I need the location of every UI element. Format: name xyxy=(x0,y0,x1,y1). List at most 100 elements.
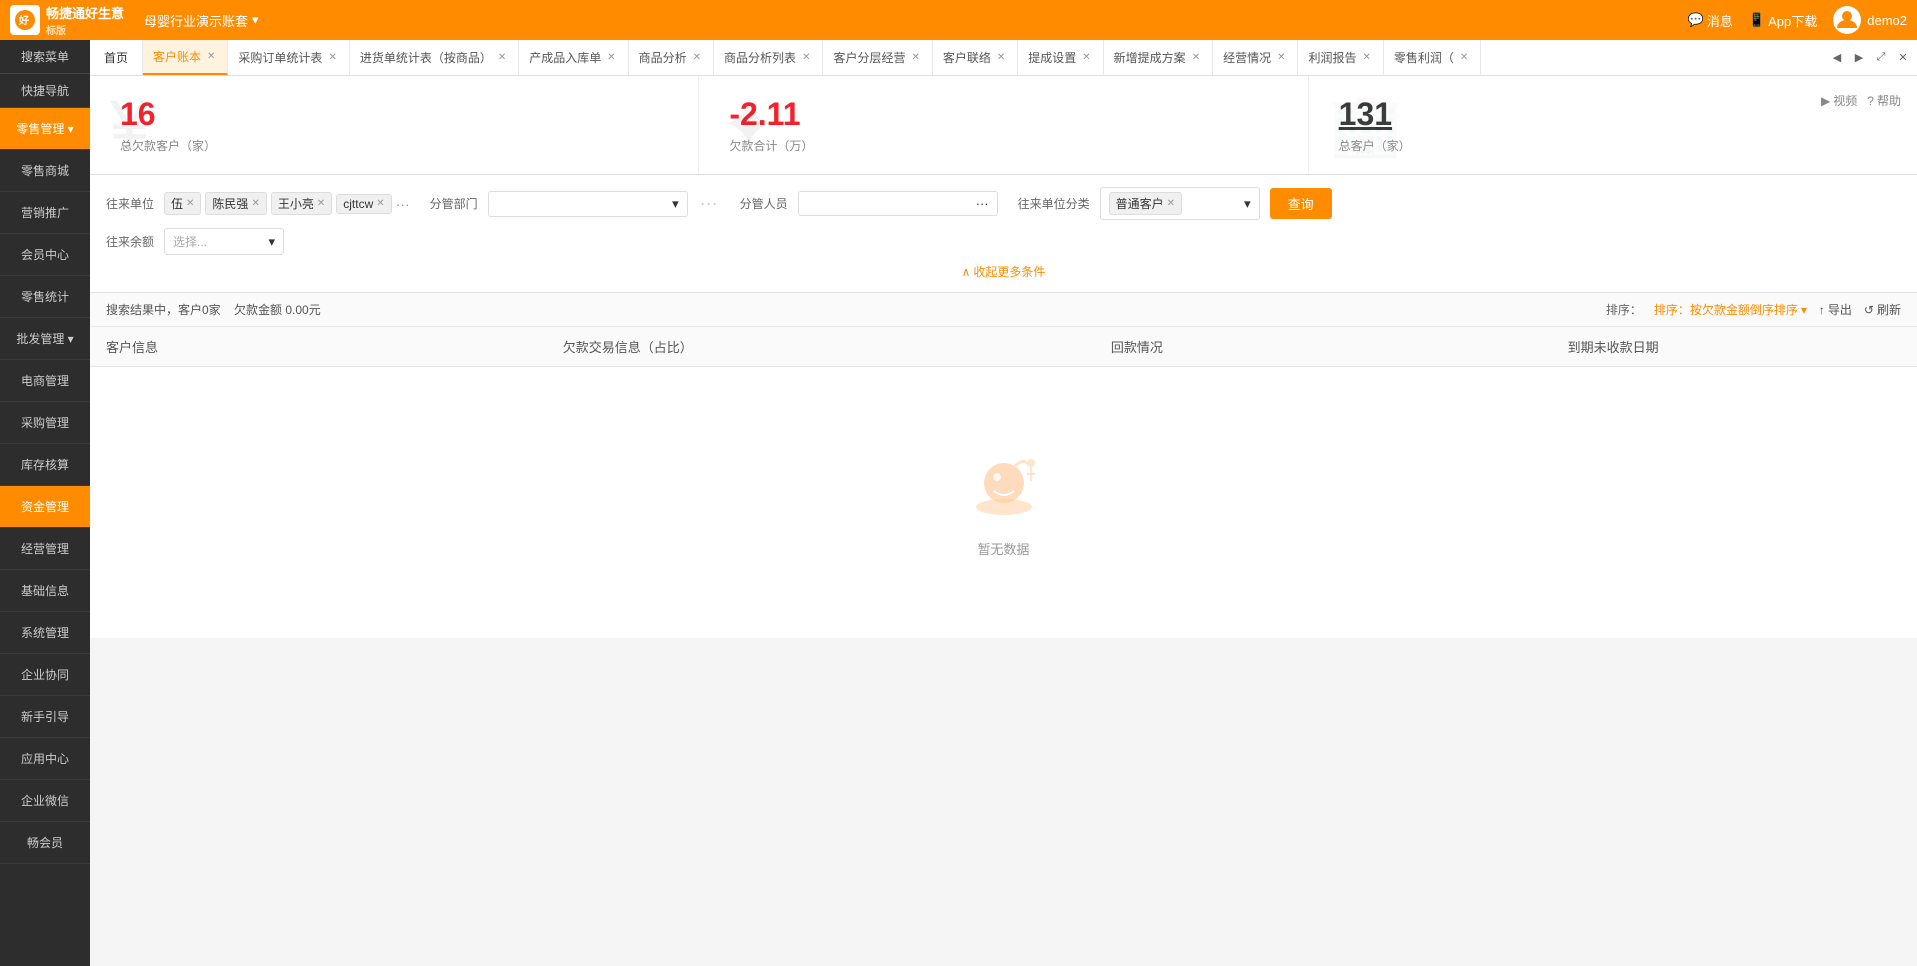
tab-profit-report[interactable]: 利润报告 ✕ xyxy=(1298,40,1383,75)
unit-type-select[interactable]: 普通客户 ✕ ▾ xyxy=(1100,187,1260,220)
person-dropdown-icon: ··· xyxy=(976,196,989,211)
sidebar-item-wechat[interactable]: 企业微信 xyxy=(0,780,90,822)
collapse-up-icon: ∧ xyxy=(962,265,971,279)
tab-operation-status[interactable]: 经营情况 ✕ xyxy=(1213,40,1298,75)
tab-fullscreen-btn[interactable]: ⤢ xyxy=(1871,48,1891,68)
video-icon: ▶ xyxy=(1821,94,1830,108)
tab-close-add-commission[interactable]: ✕ xyxy=(1190,51,1202,64)
tab-home[interactable]: 首页 xyxy=(90,40,143,75)
help-area: ▶ 视频 ? 帮助 xyxy=(1821,92,1901,109)
content-area: 首页 客户账本 ✕ 采购订单统计表 ✕ 进货单统计表（按商品） ✕ 产成品入库单… xyxy=(90,40,1917,966)
tab-close-customer-tier[interactable]: ✕ xyxy=(909,51,921,64)
stat-number-customers: 16 xyxy=(120,96,668,133)
sidebar-item-retail-mgmt[interactable]: 零售管理 ▾ xyxy=(0,108,90,150)
tab-product-in[interactable]: 产成品入库单 ✕ xyxy=(519,40,628,75)
export-btn[interactable]: ↑ 导出 xyxy=(1819,301,1852,318)
tab-prev-btn[interactable]: ◀ xyxy=(1827,48,1847,68)
account-dropdown[interactable]: 母婴行业演示账套 ▾ xyxy=(144,11,259,30)
query-btn[interactable]: 查询 xyxy=(1270,188,1332,219)
col-due-date: 到期未收款日期 xyxy=(1552,327,1917,367)
tab-close-profit[interactable]: ✕ xyxy=(1361,51,1373,64)
tab-retail-profit[interactable]: 零售利润（ ✕ xyxy=(1384,40,1481,75)
stats-row: ¥ 16 总欠款客户（家） ✦ -2.11 欠款合计（万） 🏢 131 xyxy=(90,76,1917,175)
person-select[interactable]: ··· xyxy=(798,191,998,216)
tab-customer-tier[interactable]: 客户分层经营 ✕ xyxy=(823,40,932,75)
app-download-btn[interactable]: 📱 App下载 xyxy=(1749,11,1817,30)
balance-select[interactable]: 选择... ▾ xyxy=(164,228,284,255)
tab-add-commission[interactable]: 新增提成方案 ✕ xyxy=(1104,40,1213,75)
tab-customer-contact[interactable]: 客户联络 ✕ xyxy=(933,40,1018,75)
remove-tag-chen[interactable]: ✕ xyxy=(251,198,259,209)
sidebar-item-membership[interactable]: 畅会员 xyxy=(0,822,90,864)
tab-close-product-analysis[interactable]: ✕ xyxy=(691,51,703,64)
tab-purchase-stats-product[interactable]: 进货单统计表（按商品） ✕ xyxy=(350,40,519,75)
sidebar-item-marketing[interactable]: 营销推广 xyxy=(0,192,90,234)
tab-next-btn[interactable]: ▶ xyxy=(1849,48,1869,68)
app-container: 好 畅捷通好生意 标版 母婴行业演示账套 ▾ 💬 消息 📱 App下载 xyxy=(0,0,1917,966)
sidebar-item-finance[interactable]: 资金管理 xyxy=(0,486,90,528)
app-icon: 📱 xyxy=(1749,12,1765,28)
sidebar-item-member-center[interactable]: 会员中心 xyxy=(0,234,90,276)
sidebar-item-retail-stats[interactable]: 零售统计 xyxy=(0,276,90,318)
empty-text: 暂无数据 xyxy=(977,539,1029,558)
collapse-btn[interactable]: ∧ 收起更多条件 xyxy=(962,263,1046,280)
filter-row-1: 往来单位 伍 ✕ 陈民强 ✕ 王小亮 xyxy=(106,187,1901,220)
tab-close-customer-contact[interactable]: ✕ xyxy=(995,51,1007,64)
top-bar-right: 💬 消息 📱 App下载 demo2 xyxy=(1688,6,1907,34)
refresh-btn[interactable]: ↺ 刷新 xyxy=(1864,301,1901,318)
tab-close-product-list[interactable]: ✕ xyxy=(800,51,812,64)
result-text: 搜索结果中，客户0家 欠款金额 0.00元 xyxy=(106,301,321,318)
sidebar-item-inventory[interactable]: 库存核算 xyxy=(0,444,90,486)
user-menu[interactable]: demo2 xyxy=(1833,6,1907,34)
tab-close-all-btn[interactable]: ✕ xyxy=(1893,48,1913,68)
remove-tag-cjttcw[interactable]: ✕ xyxy=(376,198,384,209)
tab-nav-arrows: ◀ ▶ ⤢ ✕ xyxy=(1823,48,1917,68)
tab-close-purchase-order[interactable]: ✕ xyxy=(326,51,338,64)
video-btn[interactable]: ▶ 视频 xyxy=(1821,92,1857,109)
tab-close-retail-profit[interactable]: ✕ xyxy=(1458,51,1470,64)
sidebar-item-app-center[interactable]: 应用中心 xyxy=(0,738,90,780)
sort-select[interactable]: 排序：按欠款金额倒序排序 ▾ xyxy=(1654,301,1807,318)
data-table: 客户信息 欠款交易信息（占比） 回款情况 到期未收款日期 xyxy=(90,327,1917,638)
message-btn[interactable]: 💬 消息 xyxy=(1688,11,1733,30)
tab-close-product-in[interactable]: ✕ xyxy=(605,51,617,64)
dept-select[interactable]: ▾ xyxy=(488,191,688,217)
sidebar-item-retail-mall[interactable]: 零售商城 xyxy=(0,150,90,192)
stat-bg-star-icon: ✦ xyxy=(719,84,778,166)
stat-card-debt: ✦ -2.11 欠款合计（万） xyxy=(699,76,1308,174)
empty-state: 暂无数据 xyxy=(90,367,1917,638)
quick-nav[interactable]: 快捷导航 xyxy=(0,74,90,108)
sidebar-item-system[interactable]: 系统管理 xyxy=(0,612,90,654)
filter-more-icon[interactable]: ··· xyxy=(396,196,410,212)
help-btn[interactable]: ? 帮助 xyxy=(1867,92,1901,109)
tab-close-operation[interactable]: ✕ xyxy=(1275,51,1287,64)
sidebar-item-basic-info[interactable]: 基础信息 xyxy=(0,570,90,612)
dropdown-arrow-icon: ▾ xyxy=(252,12,259,28)
sidebar-item-wholesale-mgmt[interactable]: 批发管理 ▾ xyxy=(0,318,90,360)
remove-unit-type[interactable]: ✕ xyxy=(1167,198,1175,209)
sidebar-item-guide[interactable]: 新手引导 xyxy=(0,696,90,738)
filter-tag-chen: 陈民强 ✕ xyxy=(205,192,266,215)
sidebar-item-ecommerce[interactable]: 电商管理 xyxy=(0,360,90,402)
remove-tag-wu[interactable]: ✕ xyxy=(186,198,194,209)
sidebar-item-enterprise[interactable]: 企业协同 xyxy=(0,654,90,696)
sidebar-search-area[interactable]: 搜索菜单 xyxy=(0,40,90,74)
sidebar-search-label[interactable]: 搜索菜单 xyxy=(8,48,82,65)
unit-type-label: 往来单位分类 xyxy=(1018,195,1090,212)
tab-customer-ledger[interactable]: 客户账本 ✕ xyxy=(143,40,228,75)
unit-type-dropdown-icon: ▾ xyxy=(1244,196,1251,212)
tab-purchase-order-stats[interactable]: 采购订单统计表 ✕ xyxy=(228,40,349,75)
logo-icon: 好 xyxy=(10,5,40,35)
tab-commission-settings[interactable]: 提成设置 ✕ xyxy=(1018,40,1103,75)
tab-product-analysis[interactable]: 商品分析 ✕ xyxy=(629,40,714,75)
sidebar-item-purchase[interactable]: 采购管理 xyxy=(0,402,90,444)
table-container: 客户信息 欠款交易信息（占比） 回款情况 到期未收款日期 xyxy=(90,327,1917,638)
tab-close-commission[interactable]: ✕ xyxy=(1080,51,1092,64)
sidebar-item-operations[interactable]: 经营管理 xyxy=(0,528,90,570)
remove-tag-wang[interactable]: ✕ xyxy=(317,198,325,209)
logo-text: 畅捷通好生意 xyxy=(46,3,124,22)
tab-product-analysis-list[interactable]: 商品分析列表 ✕ xyxy=(714,40,823,75)
tab-close-customer-ledger[interactable]: ✕ xyxy=(205,50,217,63)
table-body: 暂无数据 xyxy=(90,367,1917,639)
tab-close-purchase-product[interactable]: ✕ xyxy=(496,51,508,64)
